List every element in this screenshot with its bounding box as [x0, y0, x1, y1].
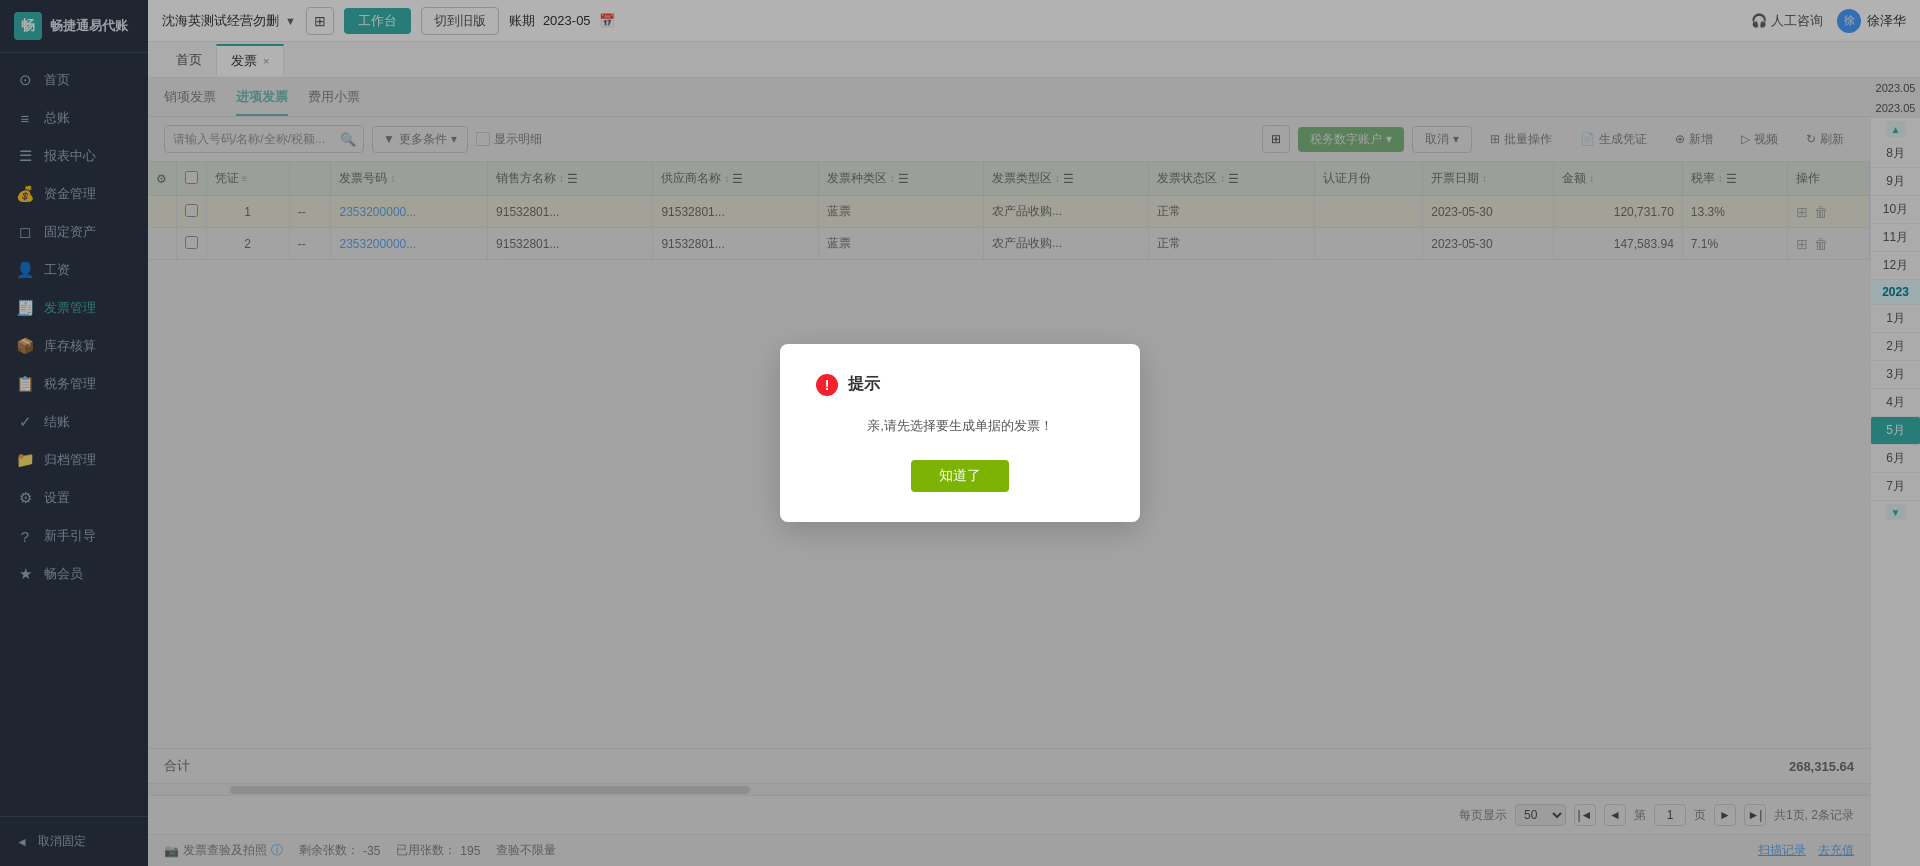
modal-message: 亲,请先选择要生成单据的发票！	[816, 416, 1104, 437]
modal-ok-button[interactable]: 知道了	[911, 460, 1009, 492]
modal-dialog: ! 提示 亲,请先选择要生成单据的发票！ 知道了	[780, 344, 1140, 523]
modal-overlay: ! 提示 亲,请先选择要生成单据的发票！ 知道了	[0, 0, 1920, 866]
modal-header: ! 提示	[816, 374, 1104, 396]
modal-footer: 知道了	[816, 460, 1104, 492]
warning-icon: !	[816, 374, 838, 396]
modal-title: 提示	[848, 374, 880, 395]
